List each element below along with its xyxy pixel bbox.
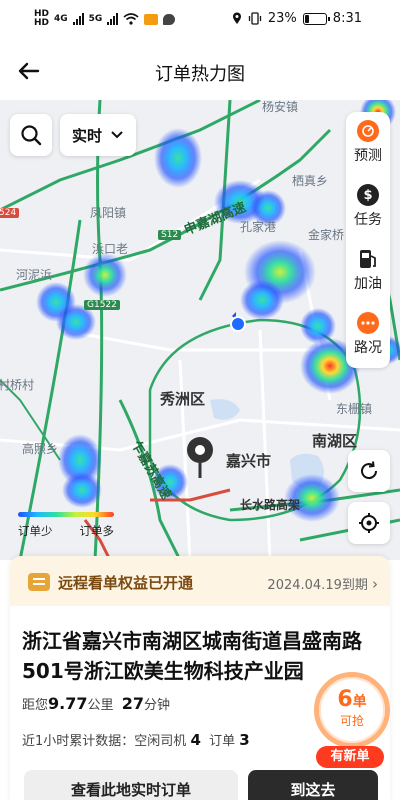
sidebar-item-label: 预测: [354, 148, 382, 164]
heatmap-map[interactable]: 杨安镇 栖真乡 金家桥 凤阳镇 孔家港 浜口老 河泥浜 秀洲区 南湖区 嘉兴市 …: [0, 100, 400, 560]
battery-percent: 23%: [267, 11, 297, 26]
fuel-icon: [357, 248, 379, 270]
crosshair-icon: [359, 513, 379, 533]
navigate-here-button[interactable]: 到这去: [248, 770, 378, 800]
banner-expiry: 2024.04.19到期 ›: [267, 575, 378, 593]
badge-unit: 单: [352, 694, 367, 710]
distance-info: 距您9.77公里 27分钟: [22, 694, 171, 713]
battery-icon: [302, 12, 330, 25]
map-label: 栖真乡: [292, 174, 329, 188]
chevron-right-icon: ›: [372, 575, 378, 593]
map-label: 河泥浜: [16, 268, 53, 282]
map-label: 东栅镇: [336, 402, 373, 416]
map-label: 孔家港: [240, 220, 277, 234]
chevron-down-icon: [111, 131, 123, 139]
orders-available-badge[interactable]: 6单 可抢: [314, 672, 390, 748]
search-icon: [21, 125, 42, 146]
idle-drivers-value: 4: [190, 731, 201, 749]
wifi-icon: [123, 13, 139, 25]
sidebar-item-traffic[interactable]: 路况: [346, 304, 390, 366]
sidebar-item-task[interactable]: $ 任务: [346, 176, 390, 238]
page-title: 订单热力图: [155, 64, 245, 85]
map-label: 金家桥: [308, 228, 345, 242]
time-filter-dropdown[interactable]: 实时: [60, 114, 136, 156]
map-label: 凤阳镇: [90, 206, 127, 220]
network-indicator-bottom: HD: [34, 18, 50, 28]
banner-text: 远程看单权益已开通: [58, 574, 194, 592]
vibrate-icon: [248, 12, 262, 25]
refresh-button[interactable]: [348, 450, 390, 492]
map-label-district: 秀洲区: [160, 390, 206, 408]
traffic-icon: [357, 312, 379, 334]
map-label: 杨安镇: [262, 100, 299, 114]
legend-high-label: 订单多: [79, 524, 115, 538]
destination-pin-icon: [187, 437, 213, 478]
orders-value: 3: [239, 731, 250, 749]
map-label-city: 嘉兴市: [226, 452, 272, 470]
dollar-icon: $: [357, 184, 379, 206]
search-button[interactable]: [10, 114, 52, 156]
privilege-banner[interactable]: 远程看单权益已开通 2024.04.19到期 ›: [10, 556, 390, 606]
legend-gradient-bar: [18, 512, 114, 517]
ticket-icon: [28, 573, 50, 591]
location-status-icon: [232, 12, 241, 24]
sidebar-item-label: 路况: [354, 340, 382, 356]
badge-sub: 可抢: [339, 714, 364, 728]
locate-me-button[interactable]: [348, 502, 390, 544]
view-realtime-orders-button[interactable]: 查看此地实时订单: [24, 770, 238, 800]
app-header: 订单热力图: [0, 40, 400, 100]
road-shield: S12: [158, 230, 182, 240]
sidebar-item-fuel[interactable]: 加油: [346, 240, 390, 302]
map-canvas: [0, 100, 400, 560]
road-shield: 524: [0, 208, 20, 218]
destination-address: 浙江省嘉兴市南湖区城南街道昌盛南路501号浙江欧美生物科技产业园: [22, 629, 362, 683]
distance-value: 9.77: [48, 694, 88, 713]
map-label-district: 南湖区: [312, 432, 358, 450]
map-side-toolbar: 预测 $ 任务 加油 路况: [346, 112, 390, 368]
road-shield: G1522: [84, 300, 120, 310]
status-bar: HD HD 4G 5G 23% 8:31: [0, 0, 400, 40]
network-gen-1: 4G: [54, 14, 68, 24]
signal-icon-2: [107, 13, 119, 25]
signal-icon: [72, 13, 84, 25]
sidebar-item-label: 任务: [354, 212, 382, 228]
legend-low-label: 订单少: [18, 524, 53, 538]
clock: 8:31: [332, 11, 362, 26]
sidebar-item-forecast[interactable]: 预测: [346, 112, 390, 174]
network-gen-2: 5G: [88, 14, 103, 24]
heatmap-legend: 订单少 订单多: [18, 512, 114, 539]
time-filter-label: 实时: [71, 126, 102, 145]
new-order-tag: 有新单: [316, 746, 384, 768]
recent-stats: 近1小时累计数据：空闲司机 4 订单 3: [22, 731, 250, 749]
map-label-road: 长水路高架: [240, 498, 301, 512]
app-notification-icon: [144, 13, 159, 25]
forecast-icon: [357, 120, 379, 142]
map-label: 高照乡: [22, 442, 59, 456]
sidebar-item-label: 加油: [354, 276, 382, 292]
badge-count: 6: [337, 687, 353, 712]
message-icon: [163, 13, 176, 25]
refresh-icon: [361, 461, 378, 480]
map-label: 浜口老: [92, 242, 129, 256]
map-label: 村桥村: [0, 378, 35, 392]
duration-value: 27: [121, 694, 145, 713]
